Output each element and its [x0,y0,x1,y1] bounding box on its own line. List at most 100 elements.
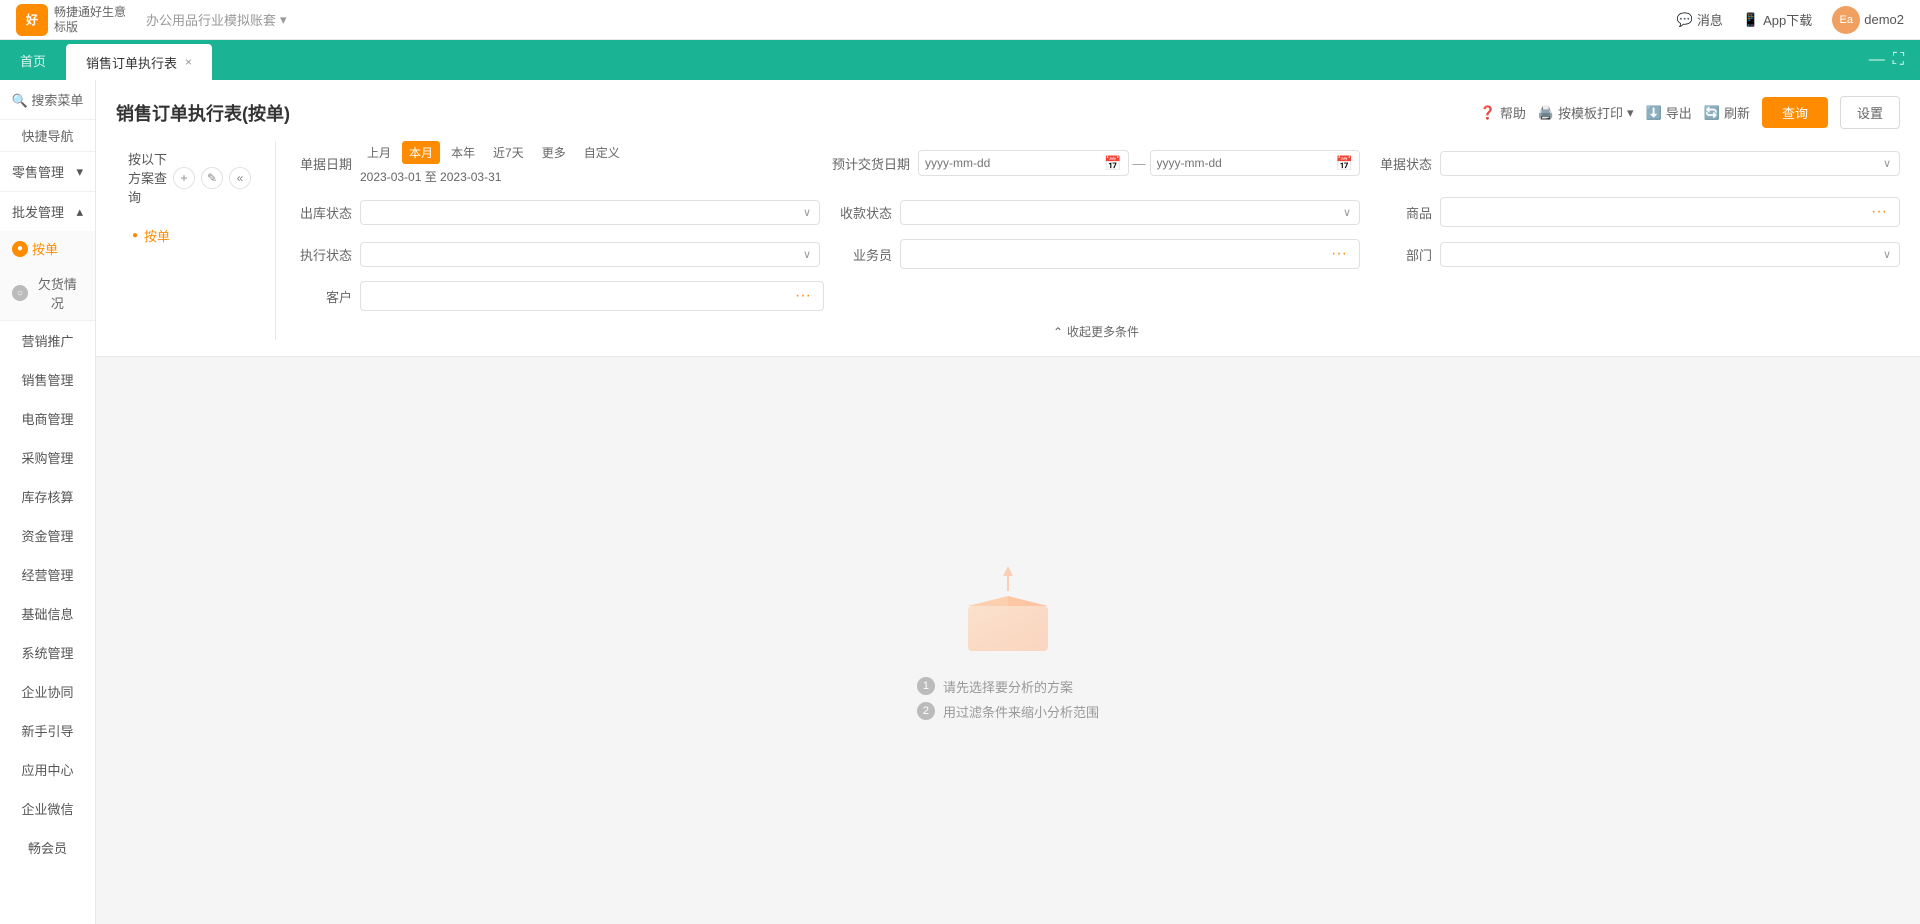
forecast-date-end-wrap: 📅 [1150,150,1361,176]
scheme-item-bydan[interactable]: ● 按单 [116,218,263,253]
breadcrumb-text: 办公用品行业模拟账套 [146,10,276,29]
filter-row-4: 客户 ··· [292,281,1900,311]
refresh-icon: 🔄 [1704,105,1720,121]
sidebar-item-sales[interactable]: 销售管理 [0,360,95,399]
sidebar-system-label: 系统管理 [21,643,73,662]
sidebar-item-purchase[interactable]: 采购管理 [0,438,95,477]
salesman-dots-button[interactable]: ··· [1327,245,1351,263]
logo-line2: 标版 [54,20,126,34]
receiptstatus-select[interactable]: ∨ [900,200,1360,225]
sidebar-item-inventory[interactable]: 库存核算 [0,477,95,516]
period-year-btn[interactable]: 本年 [444,141,482,164]
refresh-label: 刷新 [1724,103,1750,122]
sidebar-cooperation-label: 企业协同 [21,682,73,701]
sidebar-item-wechat[interactable]: 企业微信 [0,789,95,828]
left-panel-icons: + ✎ « [173,167,251,189]
sidebar-item-retail[interactable]: 零售管理 ▾ [0,152,95,191]
forecast-date-start[interactable] [919,151,1098,175]
sidebar-newbie-label: 新手引导 [21,721,73,740]
bydan-dot-icon: ● [12,241,28,257]
sidebar-ecommerce-label: 电商管理 [21,409,73,428]
print-button[interactable]: 🖨️ 按模板打印 ▾ [1538,103,1634,122]
sidebar-item-system[interactable]: 系统管理 [0,633,95,672]
tab-home[interactable]: 首页 [0,40,66,80]
export-icon: ⬇️ [1646,105,1662,121]
username: demo2 [1864,12,1904,27]
breadcrumb-arrow-icon: ▾ [280,12,287,28]
sidebar-item-marketing[interactable]: 营销推广 [0,321,95,360]
dept-select[interactable]: ∨ [1440,242,1900,267]
shortage-dot-icon: ○ [12,285,28,301]
period-custom-btn[interactable]: 自定义 [577,141,627,164]
empty-state: 1 请先选择要分析的方案 2 用过滤条件来缩小分析范围 [917,561,1099,721]
export-button[interactable]: ⬇️ 导出 [1646,103,1692,122]
collapse-label: 收起更多条件 [1067,323,1139,340]
sidebar-search[interactable]: 🔍 搜索菜单 [0,80,95,120]
search-icon: 🔍 [12,93,28,108]
calendar-icon-2: 📅 [1330,155,1359,172]
empty-hint-2: 2 用过滤条件来缩小分析范围 [917,702,1099,721]
message-label: 消息 [1697,10,1723,29]
status-arrow-icon: ∨ [1883,157,1891,170]
sidebar-item-ecommerce[interactable]: 电商管理 [0,399,95,438]
sidebar-item-finance[interactable]: 资金管理 [0,516,95,555]
help-button[interactable]: ❓ 帮助 [1480,103,1526,122]
sidebar-item-basic[interactable]: 基础信息 [0,594,95,633]
sidebar-search-label: 搜索菜单 [31,93,83,108]
logo-icon: 好 [16,4,48,36]
status-select[interactable]: ∨ [1440,151,1900,176]
sidebar-appcenter-label: 应用中心 [21,760,73,779]
edit-scheme-button[interactable]: ✎ [201,167,223,189]
sidebar-operations-label: 经营管理 [21,565,73,584]
sidebar-item-member[interactable]: 畅会员 [0,828,95,867]
app-download-button[interactable]: 📱 App下载 [1743,10,1812,29]
tab-close-icon[interactable]: × [185,55,192,69]
sidebar-quick-nav[interactable]: 快捷导航 [0,120,95,152]
collapse-button[interactable]: ⌃ 收起更多条件 [1053,323,1139,340]
sidebar-item-wholesale[interactable]: 批发管理 ▴ [0,192,95,231]
period-more-btn[interactable]: 更多 [535,141,573,164]
sidebar-item-operations[interactable]: 经营管理 [0,555,95,594]
forecast-date-end[interactable] [1151,151,1330,175]
empty-illustration [948,561,1068,661]
app-icon: 📱 [1743,12,1759,28]
outstatus-select[interactable]: ∨ [360,200,820,225]
sidebar-sub-item-shortage[interactable]: ○ 欠货情况 [0,266,95,320]
app-label: App下载 [1763,10,1812,29]
sidebar-sub-wholesale: ● 按单 ○ 欠货情况 [0,231,95,320]
maximize-button[interactable]: ⛶ [1893,51,1904,69]
goods-input-wrap: ··· [1440,197,1900,227]
bydan-label: 按单 [32,239,58,258]
hint-2-text: 用过滤条件来缩小分析范围 [943,702,1099,721]
message-button[interactable]: 💬 消息 [1677,10,1723,29]
shortage-label: 欠货情况 [32,274,83,312]
collapse-scheme-button[interactable]: « [229,167,251,189]
settings-button[interactable]: 设置 [1840,96,1900,129]
refresh-button[interactable]: 🔄 刷新 [1704,103,1750,122]
collapse-row: ⌃ 收起更多条件 [292,315,1900,340]
outstatus-arrow-icon: ∨ [803,206,811,219]
period-current-btn[interactable]: 本月 [402,141,440,164]
message-icon: 💬 [1677,12,1693,28]
goods-dots-button[interactable]: ··· [1867,203,1891,221]
sidebar-wechat-label: 企业微信 [21,799,73,818]
minimize-button[interactable]: — [1869,51,1885,69]
logo-area: 好 畅捷通好生意 标版 [16,4,126,36]
sidebar-sub-item-bydan[interactable]: ● 按单 [0,231,95,266]
tab-sales-exec[interactable]: 销售订单执行表 × [66,44,212,80]
execstatus-select[interactable]: ∨ [360,242,820,267]
content-split: 销售订单执行表(按单) ❓ 帮助 🖨️ 按模板打印 ▾ ⬇️ 导出 [96,80,1920,924]
user-area[interactable]: Ea demo2 [1832,6,1904,34]
add-scheme-button[interactable]: + [173,167,195,189]
period-7days-btn[interactable]: 近7天 [486,141,531,164]
filter-field-execstatus: 执行状态 ∨ [292,242,820,267]
sidebar-item-appcenter[interactable]: 应用中心 [0,750,95,789]
period-prev-btn[interactable]: 上月 [360,141,398,164]
nav-tabs-right: — ⛶ [1869,51,1904,69]
breadcrumb[interactable]: 办公用品行业模拟账套 ▾ [146,10,287,29]
sidebar-item-newbie[interactable]: 新手引导 [0,711,95,750]
customer-dots-button[interactable]: ··· [791,287,815,305]
sidebar-item-cooperation[interactable]: 企业协同 [0,672,95,711]
search-button[interactable]: 查询 [1762,97,1828,128]
filter-actions: ❓ 帮助 🖨️ 按模板打印 ▾ ⬇️ 导出 🔄 刷新 [1480,96,1900,129]
